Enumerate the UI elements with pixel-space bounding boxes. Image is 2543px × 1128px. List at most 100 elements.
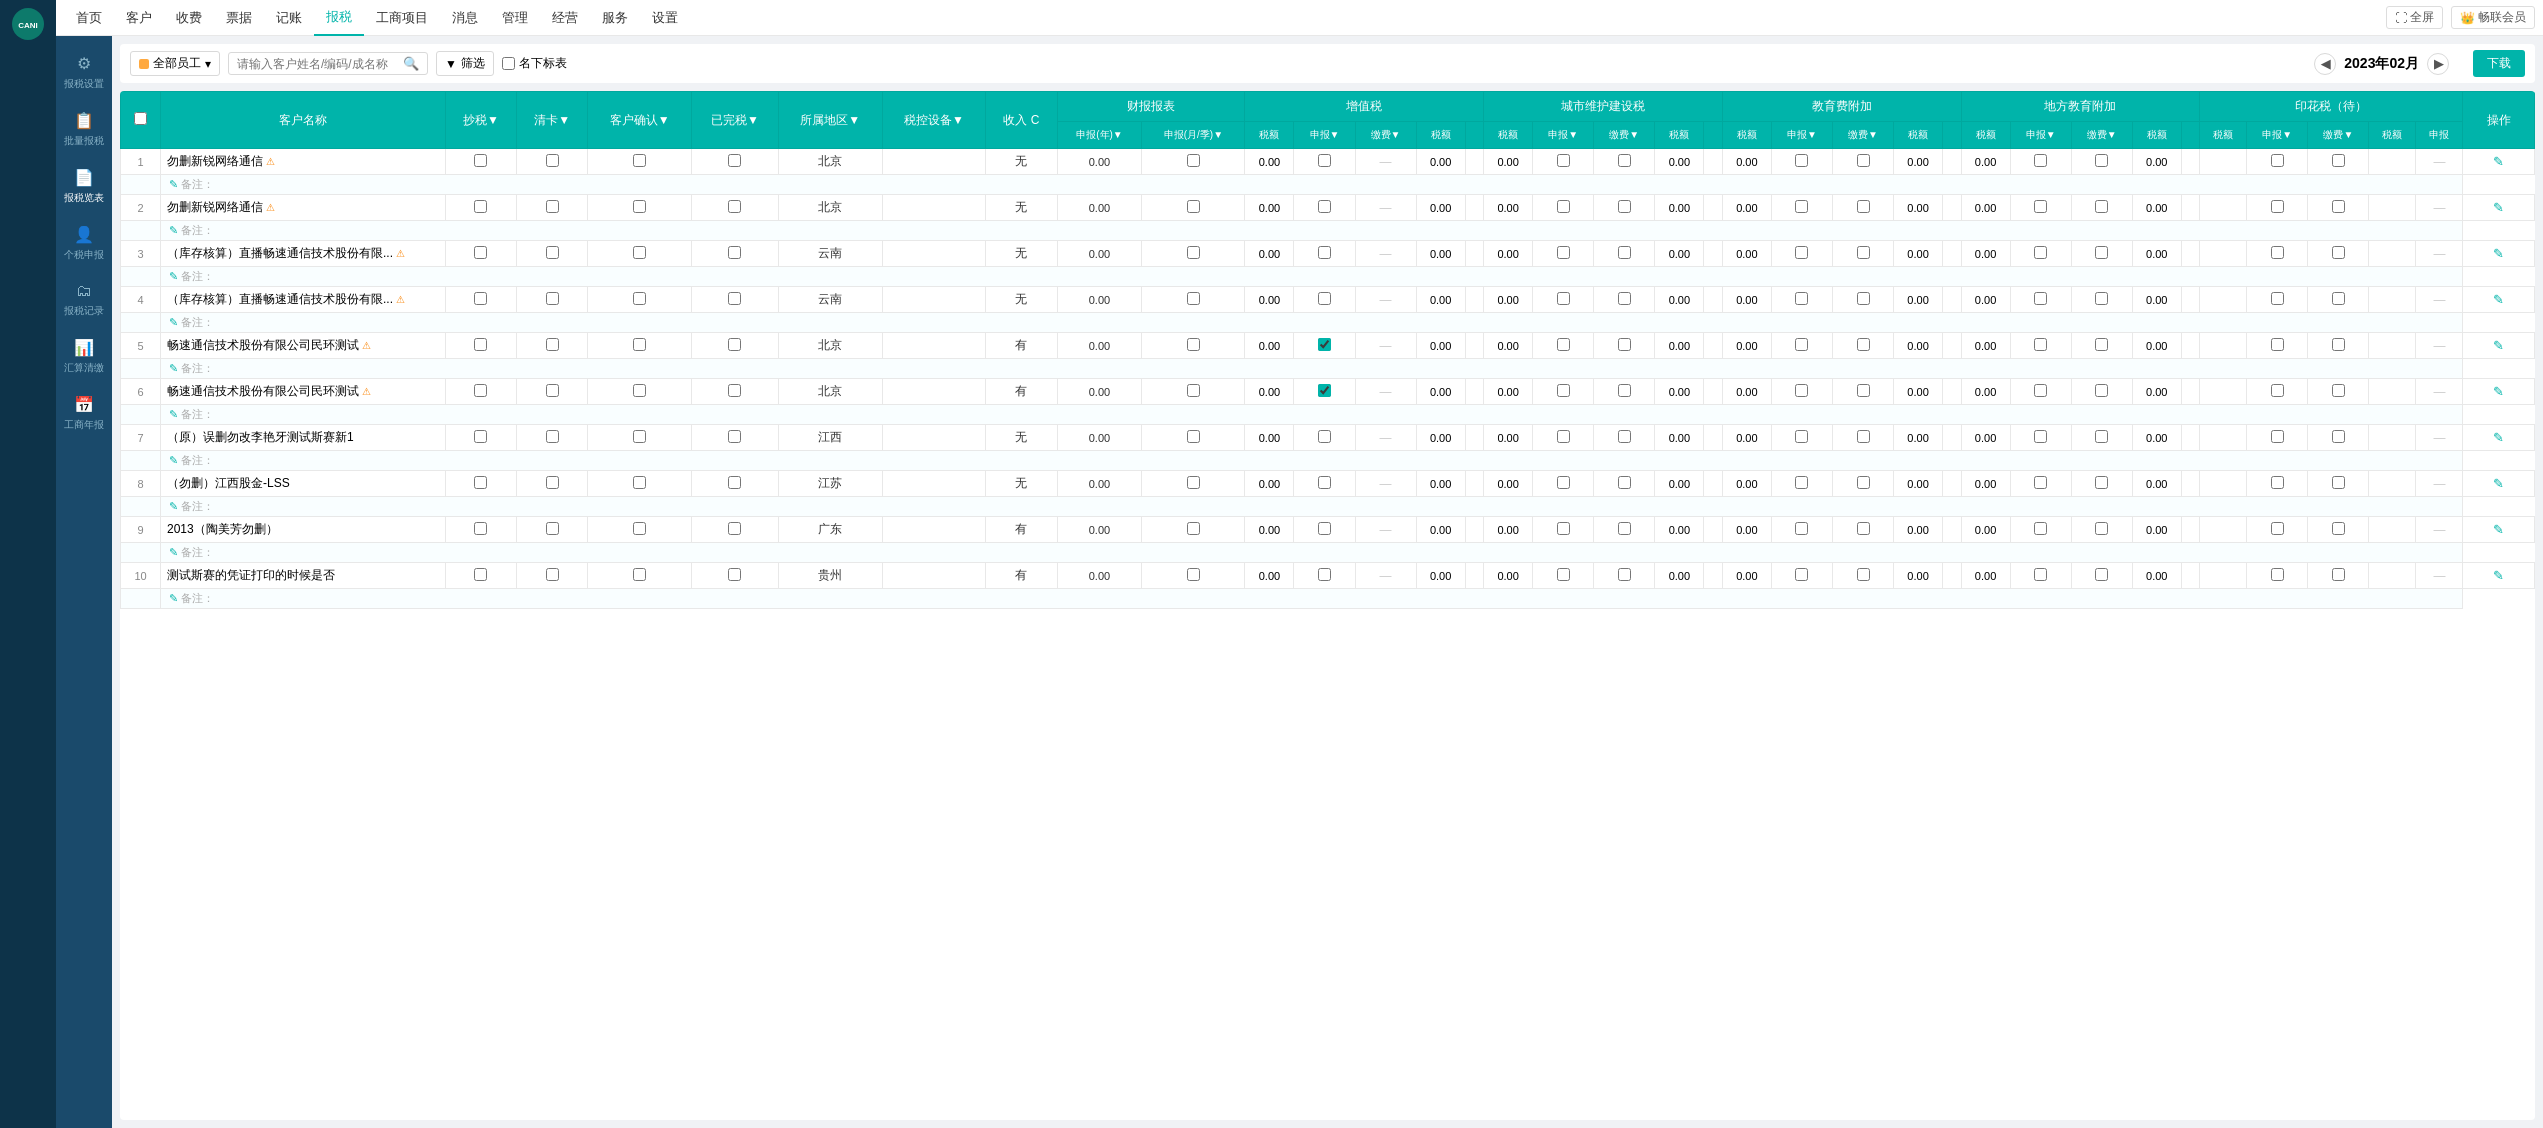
- note-edit-icon[interactable]: ✎: [169, 500, 178, 512]
- note-edit-icon[interactable]: ✎: [169, 224, 178, 236]
- region-cell: 北京: [778, 333, 882, 359]
- di-amount: 0.00: [1961, 241, 2010, 267]
- nav-tax[interactable]: 报税: [314, 0, 364, 36]
- zeng-shenb: [1294, 563, 1355, 589]
- zeng-extra: [1465, 333, 1484, 359]
- cheng-amount: 0.00: [1484, 287, 1533, 313]
- sub-yin-1: 税额: [2200, 122, 2247, 149]
- sub-tax-settings[interactable]: ⚙ 报税设置: [56, 44, 112, 101]
- cheng-jiaof: [1594, 149, 1655, 175]
- edit-icon[interactable]: ✎: [2493, 522, 2504, 537]
- filter-button[interactable]: ▼ 筛选: [436, 51, 494, 76]
- yin-extra: —: [2416, 425, 2463, 451]
- nav-collection[interactable]: 收费: [164, 0, 214, 36]
- col-action: 操作: [2463, 92, 2535, 149]
- toolbar: 全部员工 ▾ 🔍 ▼ 筛选 名下标表 ◀ 2023年02月: [120, 44, 2535, 83]
- di-amount: 0.00: [1961, 471, 2010, 497]
- nav-invoices[interactable]: 票据: [214, 0, 264, 36]
- cheng-extra: [1704, 333, 1723, 359]
- member-btn[interactable]: 👑 畅联会员: [2451, 6, 2535, 29]
- di-amount: 0.00: [1961, 425, 2010, 451]
- search-input[interactable]: [237, 57, 403, 71]
- edit-icon[interactable]: ✎: [2493, 200, 2504, 215]
- prev-month-btn[interactable]: ◀: [2314, 53, 2336, 75]
- cheng-amount: 0.00: [1484, 425, 1533, 451]
- nav-finance[interactable]: 经营: [540, 0, 590, 36]
- sub-tax-records[interactable]: 🗂 报税记录: [56, 272, 112, 328]
- income-cell: 有: [986, 379, 1057, 405]
- edit-icon[interactable]: ✎: [2493, 246, 2504, 261]
- next-month-btn[interactable]: ▶: [2427, 53, 2449, 75]
- yin-jiaof: [2308, 517, 2369, 543]
- edit-icon[interactable]: ✎: [2493, 476, 2504, 491]
- checked-filter[interactable]: 名下标表: [502, 55, 567, 72]
- caibao-year: 0.00: [1057, 287, 1142, 313]
- note-edit-icon[interactable]: ✎: [169, 270, 178, 282]
- nav-clients[interactable]: 客户: [114, 0, 164, 36]
- yin-extra: —: [2416, 563, 2463, 589]
- edit-icon[interactable]: ✎: [2493, 568, 2504, 583]
- chaoshui-cell: [445, 333, 516, 359]
- sub-tax-view[interactable]: 📄 报税览表: [56, 158, 112, 215]
- logo: CANI: [8, 4, 48, 44]
- fullscreen-btn[interactable]: ⛶ 全屏: [2386, 6, 2443, 29]
- note-edit-icon[interactable]: ✎: [169, 362, 178, 374]
- col-checkbox: [121, 92, 161, 149]
- sub-di-2: 申报▼: [2010, 122, 2071, 149]
- note-edit-icon[interactable]: ✎: [169, 178, 178, 190]
- edit-icon[interactable]: ✎: [2493, 292, 2504, 307]
- yin-jiaof: [2308, 149, 2369, 175]
- nav-messages[interactable]: 消息: [440, 0, 490, 36]
- warning-icon: ⚠: [396, 248, 405, 259]
- note-edit-icon[interactable]: ✎: [169, 546, 178, 558]
- select-all-checkbox[interactable]: [134, 112, 147, 125]
- warning-icon: ⚠: [266, 202, 275, 213]
- action-cell: ✎: [2463, 563, 2535, 589]
- sub-batch-tax[interactable]: 📋 批量报税: [56, 101, 112, 158]
- edit-icon[interactable]: ✎: [2493, 154, 2504, 169]
- note-edit-icon[interactable]: ✎: [169, 316, 178, 328]
- checked-checkbox[interactable]: [502, 57, 515, 70]
- employee-filter[interactable]: 全部员工 ▾: [130, 51, 220, 76]
- yin-amount2: [2369, 471, 2416, 497]
- di-amount2: 0.00: [2132, 471, 2181, 497]
- download-button[interactable]: 下载: [2473, 50, 2525, 77]
- row-num: 9: [121, 517, 161, 543]
- nav-settings[interactable]: 设置: [640, 0, 690, 36]
- edit-icon[interactable]: ✎: [2493, 338, 2504, 353]
- nav-home[interactable]: 首页: [64, 0, 114, 36]
- zeng-jiaof: —: [1355, 563, 1416, 589]
- nav-services[interactable]: 服务: [590, 0, 640, 36]
- row-num: 6: [121, 379, 161, 405]
- edit-icon[interactable]: ✎: [2493, 430, 2504, 445]
- action-cell: ✎: [2463, 241, 2535, 267]
- sub-annual-report[interactable]: 📅 工商年报: [56, 385, 112, 442]
- edit-icon[interactable]: ✎: [2493, 384, 2504, 399]
- zeng-shenb: [1294, 149, 1355, 175]
- di-jiaof: [2071, 241, 2132, 267]
- action-cell: ✎: [2463, 149, 2535, 175]
- zeng-shenb: [1294, 333, 1355, 359]
- nav-management[interactable]: 管理: [490, 0, 540, 36]
- zeng-amount2: 0.00: [1416, 195, 1465, 221]
- note-edit-icon[interactable]: ✎: [169, 454, 178, 466]
- search-box[interactable]: 🔍: [228, 52, 428, 75]
- yin-amount: [2200, 563, 2247, 589]
- note-edit-icon[interactable]: ✎: [169, 408, 178, 420]
- cheng-shenb: [1533, 241, 1594, 267]
- yin-amount: [2200, 379, 2247, 405]
- sub-personal-tax[interactable]: 👤 个税申报: [56, 215, 112, 272]
- note-edit-icon[interactable]: ✎: [169, 592, 178, 604]
- nav-industry[interactable]: 工商项目: [364, 0, 440, 36]
- caibao-month: [1142, 149, 1245, 175]
- note-num-empty: [121, 267, 161, 287]
- cheng-shenb: [1533, 333, 1594, 359]
- declared-cell: [692, 241, 779, 267]
- nav-records[interactable]: 记账: [264, 0, 314, 36]
- declared-cell: [692, 333, 779, 359]
- reconcile-icon: 📊: [74, 338, 94, 357]
- jiao-amount: 0.00: [1722, 241, 1771, 267]
- cheng-amount: 0.00: [1484, 333, 1533, 359]
- sub-reconcile[interactable]: 📊 汇算清缴: [56, 328, 112, 385]
- income-cell: 有: [986, 517, 1057, 543]
